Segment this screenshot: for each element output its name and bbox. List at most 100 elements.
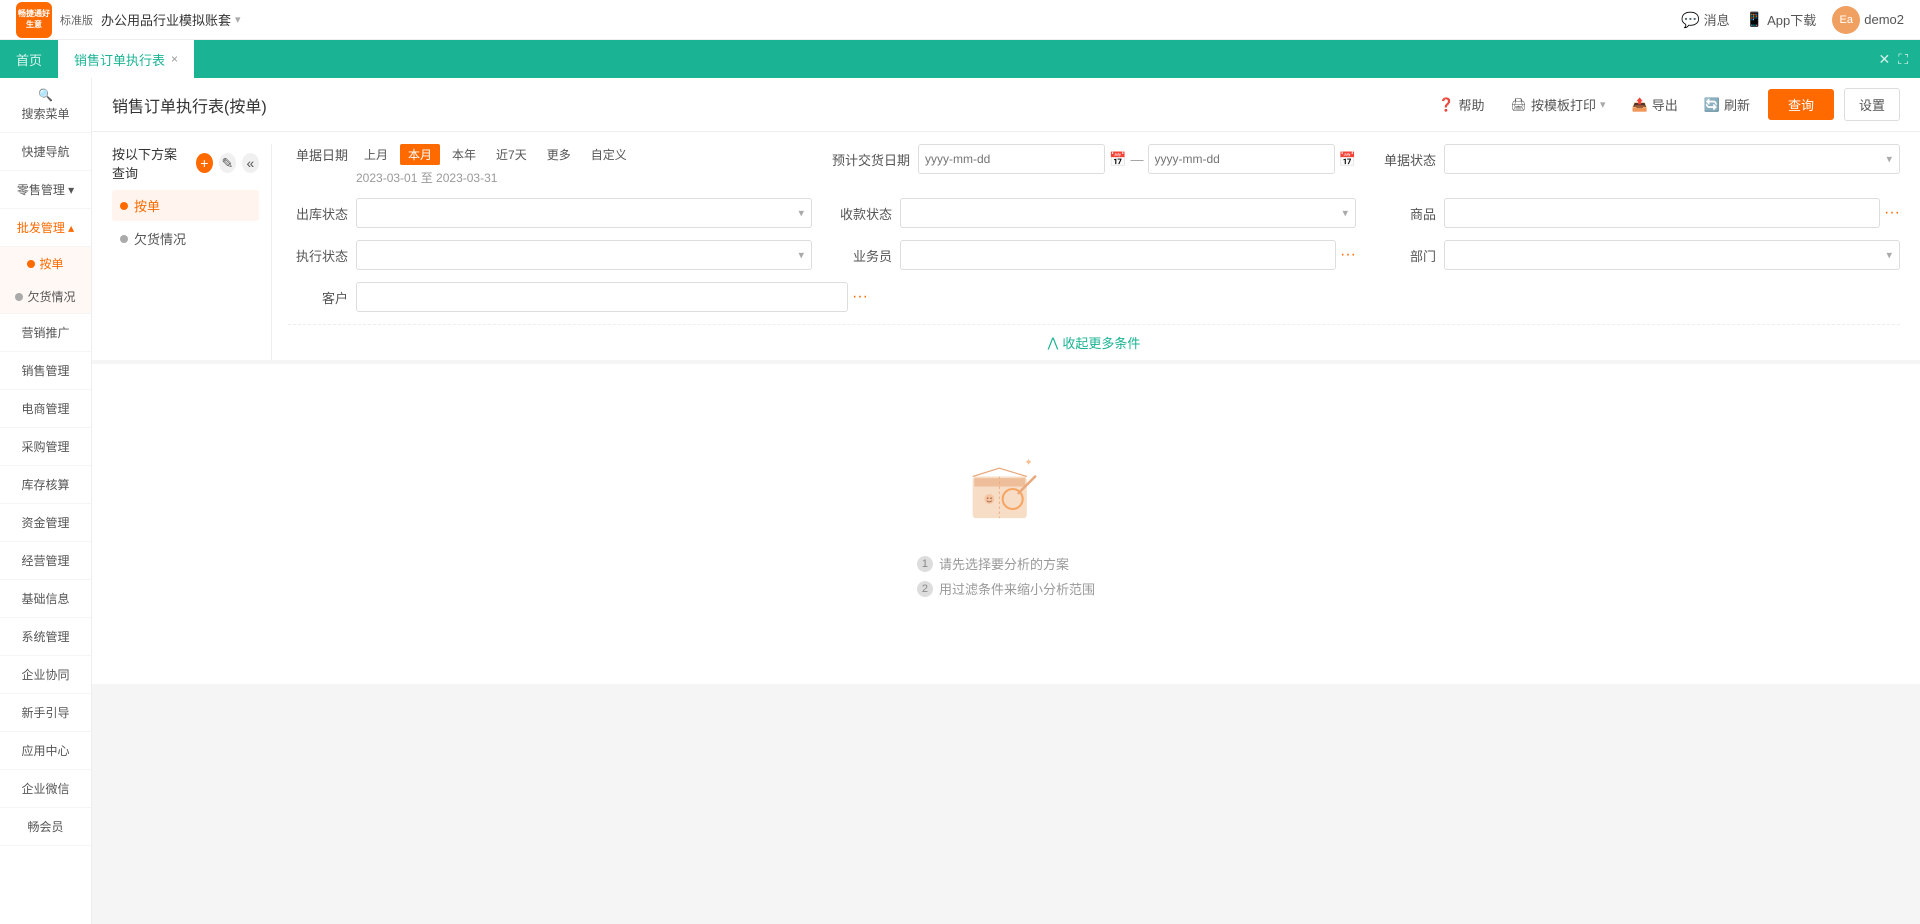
collapse-icon: ⋀ [1048,335,1059,351]
sidebar-retail-label: 零售管理 ▾ [17,181,74,198]
export-button[interactable]: 📤 导出 [1624,91,1686,118]
print-button[interactable]: 🖨 按模板打印 ▾ [1503,91,1614,118]
sidebar-sub-item-orders[interactable]: 按单 [0,247,91,280]
scheme-backorder-label: 欠货情况 [134,229,186,248]
active-tab[interactable]: 销售订单执行表 × [58,40,194,78]
goods-more-icon[interactable]: ··· [1884,205,1900,221]
industry-label: 办公用品行业模拟账套 [101,10,231,29]
customer-input[interactable] [356,282,848,312]
sub-dot-active [27,260,35,268]
collapse-filter-button[interactable]: « [242,153,259,173]
sidebar-item-marketing[interactable]: 营销推广 [0,314,91,352]
status-select[interactable] [1444,144,1900,174]
department-select-wrapper [1444,240,1900,270]
date-range-text: 2023-03-01 至 2023-03-31 [356,169,497,186]
help-label: 帮助 [1458,95,1484,114]
date-label-row: 单据日期 上月 本月 本年 近7天 更多 自定义 [288,144,812,165]
sidebar-search[interactable]: 🔍 搜索菜单 [0,78,91,133]
filter-row-2: 出库状态 收款状态 [288,198,1900,228]
calendar-from-icon[interactable]: 📅 [1109,151,1126,168]
app-label: App下载 [1767,10,1816,29]
sidebar-item-wholesale[interactable]: 批发管理 ▴ [0,209,91,247]
export-label: 导出 [1652,95,1678,114]
goods-input[interactable] [1444,198,1880,228]
empty-state: ✦ 1 请先选择要分析的方案 2 用过滤条件来缩小分析范围 [92,364,1920,684]
sidebar-search-label: 搜索菜单 [21,105,69,122]
industry-selector[interactable]: 办公用品行业模拟账套 ▾ [101,10,241,29]
sidebar-item-retail[interactable]: 零售管理 ▾ [0,171,91,209]
salesperson-control: ··· [900,240,1356,270]
collapse-more-button[interactable]: ⋀ 收起更多条件 [288,333,1900,352]
filter-scheme-orders[interactable]: 按单 [112,190,259,221]
sidebar-item-guide[interactable]: 新手引导 [0,694,91,732]
tab-close-icon[interactable]: × [171,52,178,66]
date-tag-thisyear[interactable]: 本年 [444,144,484,165]
delivery-status-select[interactable] [356,198,812,228]
app-download-action[interactable]: 📱 App下载 [1746,10,1817,29]
payment-status-select[interactable] [900,198,1356,228]
salesperson-input[interactable] [900,240,1336,270]
payment-status-item: 收款状态 [832,198,1356,228]
filter-sidebar-header: 按以下方案查询 + ✎ « [112,144,259,182]
sidebar-item-sales[interactable]: 销售管理 [0,352,91,390]
empty-tip-1: 1 请先选择要分析的方案 [917,554,1095,573]
user-action[interactable]: Ea demo2 [1832,6,1904,34]
sidebar-item-ecommerce[interactable]: 电商管理 [0,390,91,428]
sidebar-item-finance[interactable]: 资金管理 [0,504,91,542]
sidebar-collab-label: 企业协同 [21,666,69,683]
home-tab[interactable]: 首页 [0,40,58,78]
payment-select-wrapper [900,198,1356,228]
sidebar-quick-nav[interactable]: 快捷导航 [0,133,91,171]
maximize-icon[interactable]: ⛶ [1898,51,1908,68]
sidebar-item-operations[interactable]: 经营管理 [0,542,91,580]
settings-button[interactable]: 设置 [1844,88,1900,121]
sidebar-item-wechat[interactable]: 企业微信 [0,770,91,808]
expected-date-to[interactable] [1148,144,1335,174]
header-right: 💬 消息 📱 App下载 Ea demo2 [1681,6,1904,34]
sidebar-item-basic[interactable]: 基础信息 [0,580,91,618]
help-button[interactable]: ❓ 帮助 [1430,91,1492,118]
home-tab-label: 首页 [16,50,42,69]
brand-subtitle: 标准版 [60,12,93,28]
help-icon: ❓ [1438,97,1454,113]
filter-scheme-backorder[interactable]: 欠货情况 [112,223,259,254]
date-tag-more[interactable]: 更多 [539,144,579,165]
expected-date-row: 预计交货日期 📅 — 📅 [832,144,1356,174]
filter-row-1: 单据日期 上月 本月 本年 近7天 更多 自定义 [288,144,1900,186]
date-tag-thismonth[interactable]: 本月 [400,144,440,165]
edit-icon: ✎ [222,155,234,172]
sidebar-item-collab[interactable]: 企业协同 [0,656,91,694]
customer-more-icon[interactable]: ··· [852,289,868,305]
date-tag-lastmonth[interactable]: 上月 [356,144,396,165]
calendar-to-icon[interactable]: 📅 [1339,151,1356,168]
salesperson-more-icon[interactable]: ··· [1340,247,1356,263]
sidebar-item-member[interactable]: 畅会员 [0,808,91,846]
refresh-button[interactable]: 🔄 刷新 [1696,91,1758,118]
department-select[interactable] [1444,240,1900,270]
query-button[interactable]: 查询 [1768,89,1834,120]
sidebar-item-purchase[interactable]: 采购管理 [0,428,91,466]
edit-filter-button[interactable]: ✎ [219,153,236,173]
add-filter-button[interactable]: + [196,153,213,173]
search-icon: 🔍 [38,88,53,102]
nav-tabs: 首页 销售订单执行表 × ✕ ⛶ [0,40,1920,78]
export-icon: 📤 [1632,97,1648,113]
sidebar-system-label: 系统管理 [21,628,69,645]
scheme-dot-active [120,202,128,210]
sidebar-purchase-label: 采购管理 [21,438,69,455]
tip-text-2: 用过滤条件来缩小分析范围 [939,579,1095,598]
sidebar-item-system[interactable]: 系统管理 [0,618,91,656]
salesperson-item: 业务员 ··· [832,240,1356,270]
tip-num-1: 1 [917,556,933,572]
expected-date-from[interactable] [918,144,1105,174]
delivery-status-item: 出库状态 [288,198,812,228]
date-tag-custom[interactable]: 自定义 [583,144,635,165]
date-tag-7days[interactable]: 近7天 [488,144,535,165]
message-action[interactable]: 💬 消息 [1681,10,1730,29]
sidebar-marketing-label: 营销推广 [21,324,69,341]
sidebar-item-inventory[interactable]: 库存核算 [0,466,91,504]
sidebar-item-apps[interactable]: 应用中心 [0,732,91,770]
sidebar-sub-item-backorder[interactable]: 欠货情况 [0,280,91,313]
exec-status-select[interactable] [356,240,812,270]
close-window-icon[interactable]: ✕ [1878,51,1890,68]
